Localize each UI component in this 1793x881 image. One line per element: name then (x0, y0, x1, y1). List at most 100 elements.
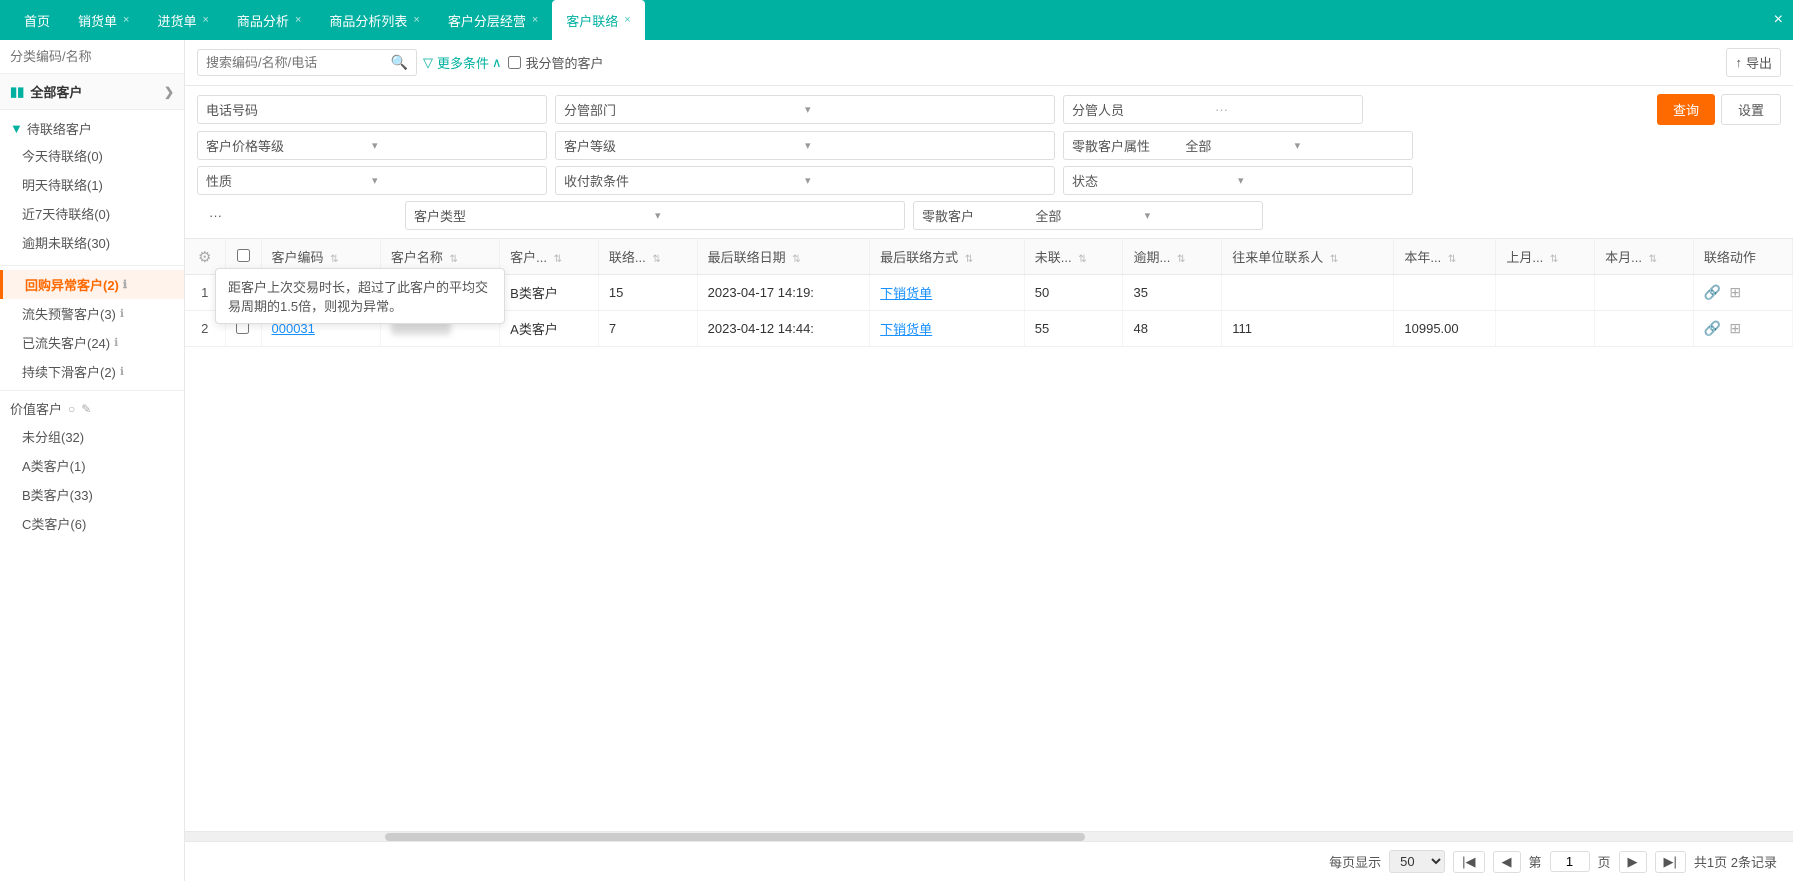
filter-scatter-attr[interactable]: 零散客户属性 全部 ▾ (1063, 131, 1413, 160)
my-customers-check[interactable] (508, 56, 521, 69)
sidebar-all-customers[interactable]: ▮▮ 全部客户 ❯ (0, 74, 184, 110)
row-action-2: 🔗 ⊞ (1693, 311, 1792, 347)
sort-icon[interactable]: ⇅ (1550, 254, 1558, 265)
per-page-label: 每页显示 (1329, 852, 1381, 871)
last-page-button[interactable]: ▶| (1655, 851, 1686, 873)
settings-button[interactable]: 设置 (1721, 94, 1781, 125)
sidebar-divider-2 (0, 390, 184, 391)
sidebar-item-7days[interactable]: 近7天待联络(0) (0, 199, 184, 228)
filter-nature[interactable]: 性质 ▾ (197, 166, 547, 195)
row-last-method-1[interactable]: 下销货单 (870, 275, 1025, 311)
settings-icon[interactable]: ✎ (81, 402, 91, 416)
close-icon[interactable]: × (413, 14, 419, 26)
filter-status[interactable]: 状态 ▾ (1063, 166, 1413, 195)
sort-icon[interactable]: ⇅ (652, 254, 660, 265)
sort-icon[interactable]: ⇅ (1330, 254, 1338, 265)
sidebar-value-group-header[interactable]: 价值客户 ○ ✎ (0, 395, 184, 422)
close-icon[interactable]: × (202, 14, 208, 26)
filter-customer-level[interactable]: 客户等级 ▾ (555, 131, 1055, 160)
nav-tab-product-analysis[interactable]: 商品分析 × (223, 0, 315, 40)
sort-icon[interactable]: ⇅ (554, 254, 562, 265)
info-icon[interactable]: ℹ (120, 307, 124, 320)
edit-icon[interactable]: ○ (68, 402, 75, 416)
more-icon[interactable]: ··· (1215, 102, 1354, 117)
per-page-select[interactable]: 50 20 100 200 (1389, 850, 1445, 873)
sidebar-item-ungrouped[interactable]: 未分组(32) (0, 422, 184, 451)
info-icon[interactable]: ℹ (114, 336, 118, 349)
close-icon[interactable]: × (295, 14, 301, 26)
info-icon[interactable]: ℹ (120, 365, 124, 378)
row-last-month-2 (1496, 311, 1595, 347)
first-page-button[interactable]: |◀ (1453, 851, 1484, 873)
info-icon[interactable]: ℹ (123, 278, 127, 291)
close-icon[interactable]: × (123, 14, 129, 26)
scrollbar-thumb[interactable] (385, 833, 1085, 841)
sort-icon[interactable]: ⇅ (792, 254, 800, 265)
sidebar-search-box[interactable]: 🔍 (0, 40, 184, 74)
horizontal-scrollbar[interactable] (185, 831, 1793, 841)
filter-dept[interactable]: 分管部门 ▾ (555, 95, 1055, 124)
nav-tab-customer-contact[interactable]: 客户联络 × (552, 0, 644, 40)
sidebar-item-c-class[interactable]: C类客户(6) (0, 509, 184, 538)
sidebar-group-pending[interactable]: ▼ 待联络客户 (0, 114, 184, 141)
th-contacts: 往来单位联系人 ⇅ (1222, 239, 1394, 275)
nav-tab-customer-tier[interactable]: 客户分层经营 × (434, 0, 552, 40)
nav-tab-product-list[interactable]: 商品分析列表 × (315, 0, 433, 40)
sort-icon[interactable]: ⇅ (965, 254, 973, 265)
grid-action-icon[interactable]: ⊞ (1729, 320, 1741, 337)
filter-price-level[interactable]: 客户价格等级 ▾ (197, 131, 547, 160)
sort-icon[interactable]: ⇅ (330, 254, 338, 265)
filter-payment-terms[interactable]: 收付款条件 ▾ (555, 166, 1055, 195)
link-action-icon[interactable]: 🔗 (1704, 284, 1721, 301)
th-last-contact-method: 最后联络方式 ⇅ (870, 239, 1025, 275)
select-all-checkbox[interactable] (237, 249, 250, 262)
close-icon[interactable]: × (532, 14, 538, 26)
filter-scatter-customer[interactable]: 零散客户 全部 ▾ (913, 201, 1263, 230)
sidebar-item-today[interactable]: 今天待联络(0) (0, 141, 184, 170)
sidebar-item-b-class[interactable]: B类客户(33) (0, 480, 184, 509)
export-button[interactable]: ↑ 导出 (1726, 48, 1781, 77)
page-unit-label: 页 (1598, 852, 1611, 871)
next-page-button[interactable]: ▶ (1619, 851, 1647, 873)
collapse-icon[interactable]: ❯ (164, 85, 174, 99)
sidebar-search-input[interactable] (10, 49, 185, 64)
sidebar-item-overdue[interactable]: 逾期未联络(30) (0, 228, 184, 257)
my-customers-checkbox[interactable]: 我分管的客户 (508, 53, 604, 72)
filter-more-btn[interactable]: ··· (197, 204, 397, 227)
search-input[interactable] (206, 55, 391, 70)
row-last-month-1 (1496, 275, 1595, 311)
prev-page-button[interactable]: ◀ (1493, 851, 1521, 873)
grid-action-icon[interactable]: ⊞ (1729, 284, 1741, 301)
sidebar-divider (0, 265, 184, 266)
more-conditions-button[interactable]: ▽ 更多条件 ∧ (423, 53, 502, 72)
sort-icon[interactable]: ⇅ (1649, 254, 1657, 265)
sidebar-item-churned[interactable]: 已流失客户(24) ℹ (0, 328, 184, 357)
gear-icon[interactable]: ⚙ (198, 249, 211, 266)
nav-tab-home[interactable]: 首页 (10, 0, 64, 40)
close-icon[interactable]: × (624, 14, 630, 26)
data-table-wrapper: ⚙ 客户编码 ⇅ 客户名称 ⇅ (185, 239, 1793, 831)
filter-phone[interactable]: 电话号码 (197, 95, 547, 124)
page-number-input[interactable] (1550, 851, 1590, 872)
search-box[interactable]: 🔍 (197, 49, 417, 76)
sidebar-item-repurchase-anomaly[interactable]: 回购异常客户(2) ℹ (0, 270, 184, 299)
search-icon[interactable]: 🔍 (391, 54, 408, 71)
sidebar-item-churn-warning[interactable]: 流失预警客户(3) ℹ (0, 299, 184, 328)
sort-icon[interactable]: ⇅ (449, 254, 457, 265)
sort-icon[interactable]: ⇅ (1177, 254, 1185, 265)
query-button[interactable]: 查询 (1657, 94, 1715, 125)
link-action-icon[interactable]: 🔗 (1704, 320, 1721, 337)
close-all-tabs-button[interactable]: × (1774, 11, 1783, 29)
nav-tab-sales[interactable]: 销货单 × (64, 0, 143, 40)
filter-customer-type[interactable]: 客户类型 ▾ (405, 201, 905, 230)
filter-icon: ▽ (423, 55, 433, 71)
sidebar-item-a-class[interactable]: A类客户(1) (0, 451, 184, 480)
row-type-1: B类客户 (500, 275, 599, 311)
sort-icon[interactable]: ⇅ (1078, 254, 1086, 265)
nav-tab-purchase[interactable]: 进货单 × (143, 0, 222, 40)
sort-icon[interactable]: ⇅ (1448, 254, 1456, 265)
filter-person[interactable]: 分管人员 ··· (1063, 95, 1363, 124)
sidebar-item-tomorrow[interactable]: 明天待联络(1) (0, 170, 184, 199)
row-last-method-2[interactable]: 下销货单 (870, 311, 1025, 347)
sidebar-item-declining[interactable]: 持续下滑客户(2) ℹ (0, 357, 184, 386)
